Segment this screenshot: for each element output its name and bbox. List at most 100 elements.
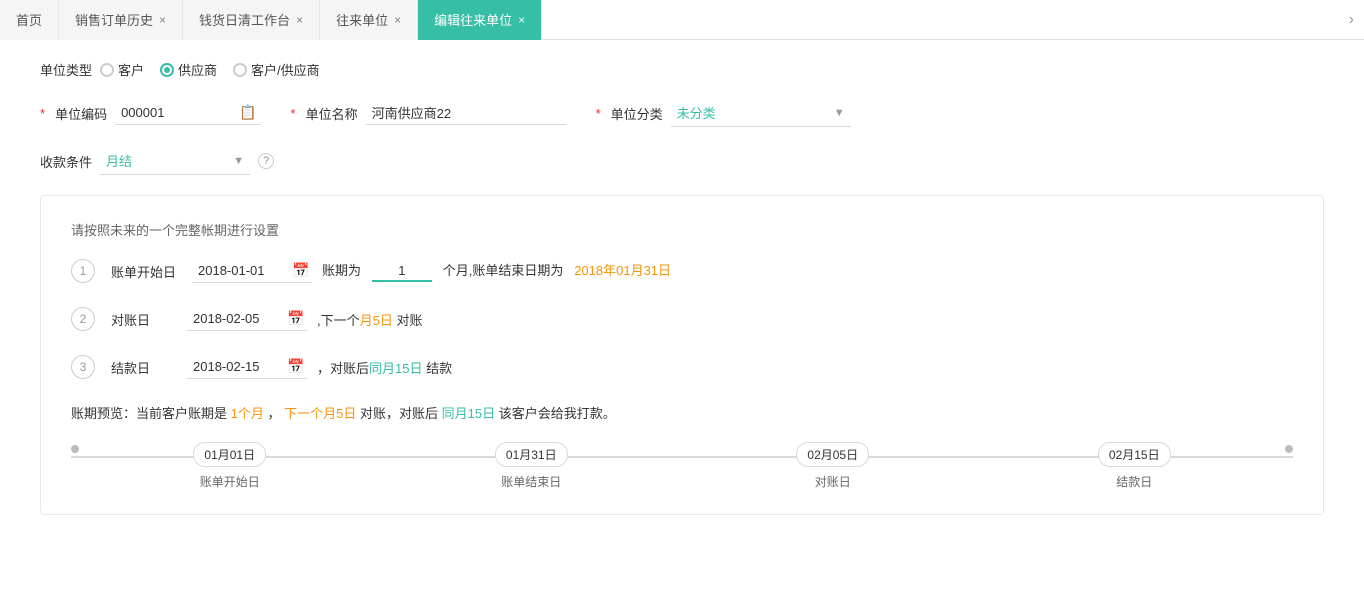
step-label-2: 对账日 (111, 310, 171, 329)
radio-customer-supplier-circle (233, 63, 247, 77)
preview-part1: 1个月 (231, 406, 264, 421)
timeline-point-1: 01月01日 账单开始日 (79, 442, 381, 490)
preview-part2: ， (268, 406, 281, 421)
unit-code-star: * (40, 106, 45, 121)
preview-part4: 对账，对账后 (360, 406, 438, 421)
step-cal-icon-3[interactable]: 📅 (287, 358, 304, 375)
step-label-1: 账单开始日 (111, 262, 176, 281)
step-cal-icon-1[interactable]: 📅 (292, 262, 309, 279)
step-3-desc: ，对账后同月15日 结款 (317, 358, 452, 377)
unit-category-label: 单位分类 (611, 104, 663, 123)
timeline-date-2: 01月31日 (495, 442, 568, 467)
tabs-bar: 首页 销售订单历史 × 钱货日清工作台 × 往来单位 × 编辑往来单位 × › (0, 0, 1364, 40)
payment-terms-help[interactable]: ? (258, 153, 274, 169)
step-num-2: 2 (71, 307, 95, 331)
timeline-point-3: 02月05日 对账日 (682, 442, 984, 490)
step-1-end-date: 2018年01月31日 (574, 263, 671, 278)
step-date-2: 📅 (187, 307, 307, 331)
tab-partner-units-close[interactable]: × (394, 14, 401, 26)
step-row-3: 3 结款日 📅 ，对账后同月15日 结款 (71, 355, 1293, 379)
tab-edit-partner[interactable]: 编辑往来单位 × (418, 0, 542, 40)
card-instruction: 请按照未来的一个完整帐期进行设置 (71, 220, 1293, 239)
radio-customer[interactable]: 客户 (100, 60, 144, 79)
preview-prefix: 账期预览：当前客户账期是 (71, 406, 227, 421)
radio-supplier-circle (160, 63, 174, 77)
step-2-desc: ,下一个月5日 对账 (317, 310, 422, 329)
step-1-period-unit: 个月,账单结束日期为 (443, 263, 564, 278)
unit-name-group: * 单位名称 (291, 101, 566, 125)
timeline-label-4: 结款日 (1116, 473, 1152, 490)
timeline-label-1: 账单开始日 (200, 473, 260, 490)
tab-more-button[interactable]: › (1339, 11, 1364, 29)
timeline-label-2: 账单结束日 (501, 473, 561, 490)
step-1-desc: 账期为 个月,账单结束日期为 2018年01月31日 (322, 260, 671, 282)
unit-code-group: * 单位编码 📋 (40, 101, 261, 125)
payment-terms-row: 收款条件 月结 ▼ ? (40, 147, 1324, 175)
step-3-prefix: ，对账后 (317, 361, 369, 376)
timeline-point-2: 01月31日 账单结束日 (381, 442, 683, 490)
payment-terms-label: 收款条件 (40, 152, 92, 171)
period-value-input[interactable] (372, 261, 432, 282)
unit-category-arrow: ▼ (834, 107, 845, 119)
tab-partner-units[interactable]: 往来单位 × (320, 0, 418, 40)
tab-sales-orders-close[interactable]: × (159, 14, 166, 26)
payment-terms-arrow: ▼ (233, 155, 244, 167)
preview-part3: 下一个月5日 (284, 406, 356, 421)
tab-sales-orders-label: 销售订单历史 (75, 10, 153, 29)
step-num-1: 1 (71, 259, 95, 283)
unit-code-input[interactable] (115, 101, 235, 124)
unit-category-value: 未分类 (677, 103, 716, 122)
step-date-1: 📅 (192, 259, 312, 283)
tab-edit-partner-label: 编辑往来单位 (434, 10, 512, 29)
radio-supplier-label: 供应商 (178, 60, 217, 79)
step-cal-icon-2[interactable]: 📅 (287, 310, 304, 327)
unit-type-group: 单位类型 客户 供应商 客户/供应商 (40, 60, 320, 79)
tab-partner-units-label: 往来单位 (336, 10, 388, 29)
unit-code-icon[interactable]: 📋 (235, 104, 260, 121)
unit-code-label: 单位编码 (55, 104, 107, 123)
step-3-highlight: 同月15日 (369, 361, 422, 376)
radio-customer-label: 客户 (118, 60, 144, 79)
main-content: 单位类型 客户 供应商 客户/供应商 * 单位编码 (0, 40, 1364, 608)
payment-terms-select[interactable]: 月结 ▼ (100, 147, 250, 175)
step-2-highlight: 月5日 (360, 313, 393, 328)
unit-name-label: 单位名称 (306, 104, 358, 123)
unit-category-star: * (596, 106, 601, 121)
tab-cash-work-close[interactable]: × (296, 14, 303, 26)
timeline-date-3: 02月05日 (796, 442, 869, 467)
step-2-suffix: 对账 (393, 313, 423, 328)
step-label-3: 结款日 (111, 358, 171, 377)
preview-text: 账期预览：当前客户账期是 1个月 ， 下一个月5日 对账，对账后 同月15日 该… (71, 403, 1293, 422)
radio-customer-supplier[interactable]: 客户/供应商 (233, 60, 320, 79)
radio-supplier[interactable]: 供应商 (160, 60, 217, 79)
unit-category-select[interactable]: 未分类 ▼ (671, 99, 851, 127)
tab-cash-work[interactable]: 钱货日清工作台 × (183, 0, 320, 40)
timeline-date-1: 01月01日 (193, 442, 266, 467)
unit-type-label: 单位类型 (40, 60, 92, 79)
tab-edit-partner-close[interactable]: × (518, 14, 525, 26)
tab-sales-orders[interactable]: 销售订单历史 × (59, 0, 183, 40)
step-date-3: 📅 (187, 355, 307, 379)
billing-period-card: 请按照未来的一个完整帐期进行设置 1 账单开始日 📅 账期为 个月,账单结束日期… (40, 195, 1324, 515)
preview-part6: 该客户会给我打款。 (499, 406, 616, 421)
tab-home[interactable]: 首页 (0, 0, 59, 40)
unit-info-row: * 单位编码 📋 * 单位名称 * 单位分类 未分类 ▼ (40, 99, 1324, 127)
step-2-prefix: ,下一个 (317, 313, 360, 328)
timeline-items: 01月01日 账单开始日 01月31日 账单结束日 02月05日 对账日 (71, 442, 1293, 490)
payment-terms-group: 收款条件 月结 ▼ ? (40, 147, 274, 175)
unit-type-row: 单位类型 客户 供应商 客户/供应商 (40, 60, 1324, 79)
step-num-3: 3 (71, 355, 95, 379)
step-date-input-2[interactable] (187, 307, 287, 330)
step-3-suffix: 结款 (422, 361, 452, 376)
timeline: 01月01日 账单开始日 01月31日 账单结束日 02月05日 对账日 (71, 442, 1293, 490)
step-date-input-3[interactable] (187, 355, 287, 378)
preview-part5: 同月15日 (442, 406, 495, 421)
radio-customer-supplier-label: 客户/供应商 (251, 60, 320, 79)
step-date-input-1[interactable] (192, 259, 292, 282)
tab-home-label: 首页 (16, 10, 42, 29)
payment-terms-value: 月结 (106, 151, 132, 170)
step-row-1: 1 账单开始日 📅 账期为 个月,账单结束日期为 2018年01月31日 (71, 259, 1293, 283)
unit-code-input-wrapper: 📋 (115, 101, 260, 125)
tab-cash-work-label: 钱货日清工作台 (199, 10, 290, 29)
unit-name-input[interactable] (366, 101, 566, 125)
